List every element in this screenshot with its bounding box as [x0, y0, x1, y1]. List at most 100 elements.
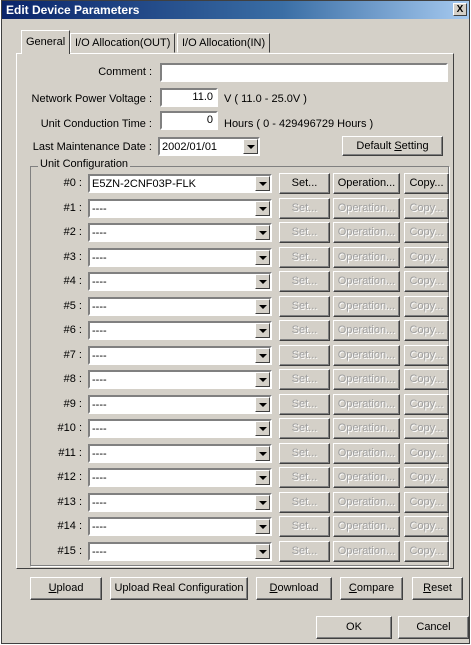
cancel-button[interactable]: Cancel [398, 616, 469, 639]
set-button[interactable]: Set... [279, 173, 330, 194]
chevron-down-icon[interactable] [255, 299, 270, 314]
ok-button[interactable]: OK [316, 616, 392, 639]
default-setting-button[interactable]: Default Setting [342, 136, 443, 156]
set-button[interactable]: Set... [279, 296, 330, 317]
set-button[interactable]: Set... [279, 247, 330, 268]
chevron-down-icon[interactable] [255, 323, 270, 338]
maintenance-date-picker[interactable]: 2002/01/01 [158, 137, 260, 156]
set-button[interactable]: Set... [279, 222, 330, 243]
copy-button[interactable]: Copy... [404, 369, 449, 390]
network-power-voltage-field[interactable]: 11.0 [160, 88, 218, 107]
tab-io-allocation-out[interactable]: I/O Allocation(OUT) [70, 33, 176, 53]
chevron-down-icon[interactable] [255, 250, 270, 265]
close-icon[interactable]: X [453, 3, 467, 16]
set-button[interactable]: Set... [279, 541, 330, 562]
copy-button[interactable]: Copy... [404, 467, 449, 488]
tab-general[interactable]: General [21, 30, 71, 54]
operation-button[interactable]: Operation... [333, 247, 400, 268]
copy-button[interactable]: Copy... [404, 541, 449, 562]
tab-io-allocation-in[interactable]: I/O Allocation(IN) [177, 33, 271, 53]
unit-model-select[interactable]: ---- [88, 493, 272, 512]
set-button[interactable]: Set... [279, 394, 330, 415]
copy-button[interactable]: Copy... [404, 394, 449, 415]
copy-button[interactable]: Copy... [404, 198, 449, 219]
operation-button[interactable]: Operation... [333, 394, 400, 415]
copy-button[interactable]: Copy... [404, 443, 449, 464]
chevron-down-icon[interactable] [255, 470, 270, 485]
operation-button[interactable]: Operation... [333, 467, 400, 488]
compare-button[interactable]: Compare [340, 577, 403, 600]
unit-conduction-time-field[interactable]: 0 [160, 111, 218, 130]
operation-button[interactable]: Operation... [333, 369, 400, 390]
operation-button[interactable]: Operation... [333, 492, 400, 513]
unit-model-select[interactable]: E5ZN-2CNF03P-FLK [88, 174, 272, 193]
operation-button[interactable]: Operation... [333, 222, 400, 243]
operation-button[interactable]: Operation... [333, 320, 400, 341]
unit-model-select[interactable]: ---- [88, 346, 272, 365]
upload-button[interactable]: Upload [30, 577, 102, 600]
chevron-down-icon[interactable] [243, 139, 258, 154]
unit-model-select[interactable]: ---- [88, 517, 272, 536]
set-button[interactable]: Set... [279, 345, 330, 366]
unit-model-select[interactable]: ---- [88, 395, 272, 414]
set-button[interactable]: Set... [279, 492, 330, 513]
copy-button[interactable]: Copy... [404, 418, 449, 439]
copy-button[interactable]: Copy... [404, 492, 449, 513]
unit-model-select[interactable]: ---- [88, 468, 272, 487]
unit-model-select[interactable]: ---- [88, 272, 272, 291]
chevron-down-icon[interactable] [255, 544, 270, 559]
copy-button[interactable]: Copy... [404, 516, 449, 537]
chevron-down-icon[interactable] [255, 225, 270, 240]
unit-model-select[interactable]: ---- [88, 297, 272, 316]
copy-button[interactable]: Copy... [404, 247, 449, 268]
operation-button[interactable]: Operation... [333, 418, 400, 439]
set-button[interactable]: Set... [279, 271, 330, 292]
chevron-down-icon[interactable] [255, 372, 270, 387]
operation-button[interactable]: Operation... [333, 271, 400, 292]
upload-real-configuration-button[interactable]: Upload Real Configuration [110, 577, 248, 600]
set-button[interactable]: Set... [279, 467, 330, 488]
unit-model-select[interactable]: ---- [88, 321, 272, 340]
comment-field[interactable] [160, 63, 448, 82]
operation-button[interactable]: Operation... [333, 516, 400, 537]
set-button[interactable]: Set... [279, 443, 330, 464]
copy-button[interactable]: Copy... [404, 345, 449, 366]
reset-button[interactable]: Reset [412, 577, 463, 600]
upload-real-configuration-label: Upload Real Configuration [114, 582, 244, 594]
operation-button[interactable]: Operation... [333, 198, 400, 219]
chevron-down-icon[interactable] [255, 274, 270, 289]
operation-button[interactable]: Operation... [333, 345, 400, 366]
set-button[interactable]: Set... [279, 369, 330, 390]
copy-button[interactable]: Copy... [404, 173, 449, 194]
copy-button[interactable]: Copy... [404, 271, 449, 292]
set-button[interactable]: Set... [279, 198, 330, 219]
chevron-down-icon[interactable] [255, 348, 270, 363]
unit-model-select[interactable]: ---- [88, 370, 272, 389]
copy-button[interactable]: Copy... [404, 296, 449, 317]
chevron-down-icon[interactable] [255, 519, 270, 534]
operation-button[interactable]: Operation... [333, 443, 400, 464]
unit-model-select[interactable]: ---- [88, 223, 272, 242]
copy-button[interactable]: Copy... [404, 222, 449, 243]
copy-button[interactable]: Copy... [404, 320, 449, 341]
unit-model-select[interactable]: ---- [88, 542, 272, 561]
unit-slot-label: #11 : [58, 447, 82, 459]
unit-model-select[interactable]: ---- [88, 444, 272, 463]
chevron-down-icon[interactable] [255, 201, 270, 216]
chevron-down-icon[interactable] [255, 421, 270, 436]
download-button[interactable]: Download [256, 577, 332, 600]
unit-model-select[interactable]: ---- [88, 199, 272, 218]
title-bar[interactable]: Edit Device Parameters X [2, 1, 469, 19]
chevron-down-icon[interactable] [255, 495, 270, 510]
unit-model-select[interactable]: ---- [88, 248, 272, 267]
operation-button[interactable]: Operation... [333, 173, 400, 194]
operation-button[interactable]: Operation... [333, 541, 400, 562]
chevron-down-icon[interactable] [255, 176, 270, 191]
set-button[interactable]: Set... [279, 516, 330, 537]
chevron-down-icon[interactable] [255, 397, 270, 412]
set-button[interactable]: Set... [279, 320, 330, 341]
chevron-down-icon[interactable] [255, 446, 270, 461]
set-button[interactable]: Set... [279, 418, 330, 439]
operation-button[interactable]: Operation... [333, 296, 400, 317]
unit-model-select[interactable]: ---- [88, 419, 272, 438]
